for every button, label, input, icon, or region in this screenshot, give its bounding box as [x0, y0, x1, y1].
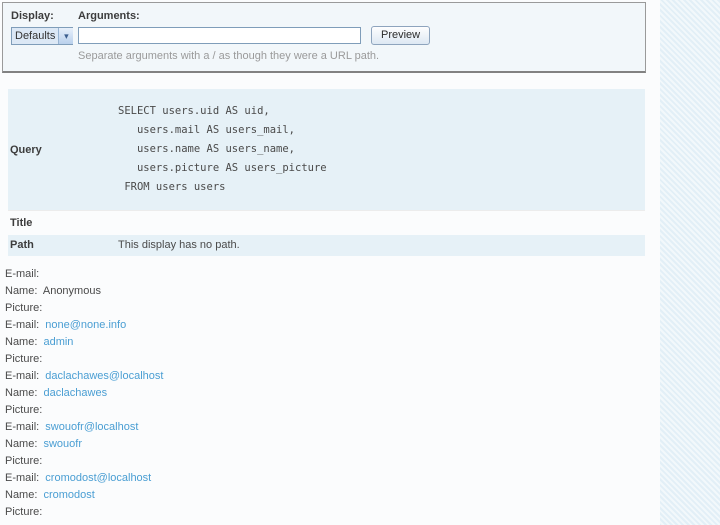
title-row: Title	[8, 210, 645, 235]
field-email: E-mail:	[5, 268, 645, 280]
field-email: E-mail: none@none.info	[5, 319, 645, 331]
name-field-label: Name:	[5, 284, 38, 297]
field-name: Name: admin	[5, 336, 645, 348]
field-picture: Picture:	[5, 455, 645, 467]
name-value: Anonymous	[42, 284, 101, 297]
name-field-label: Name:	[5, 386, 38, 399]
display-select[interactable]: Defaults ▾	[11, 27, 74, 45]
title-value	[118, 211, 645, 235]
display-label: Display:	[11, 10, 54, 22]
preview-results: E-mail: Name: Anonymous Picture: E-mail:…	[5, 268, 645, 518]
email-link[interactable]: daclachawes@localhost	[45, 370, 163, 382]
field-name: Name: daclachawes	[5, 387, 645, 399]
name-link[interactable]: swouofr	[43, 438, 82, 450]
email-link[interactable]: none@none.info	[45, 319, 126, 331]
arguments-label: Arguments:	[78, 10, 140, 22]
picture-field-label: Picture:	[5, 352, 43, 365]
field-picture: Picture:	[5, 404, 645, 416]
email-link[interactable]: cromodost@localhost	[45, 472, 151, 484]
name-link[interactable]: daclachawes	[43, 387, 107, 399]
email-field-label: E-mail:	[5, 471, 40, 484]
field-picture: Picture:	[5, 506, 645, 518]
picture-field-label: Picture:	[5, 301, 43, 314]
path-label: Path	[10, 239, 34, 251]
arguments-help-text: Separate arguments with a / as though th…	[78, 50, 380, 62]
field-picture: Picture:	[5, 353, 645, 365]
email-link[interactable]: swouofr@localhost	[45, 421, 138, 433]
field-name: Name: swouofr	[5, 438, 645, 450]
email-field-label: E-mail:	[5, 318, 40, 331]
name-field-label: Name:	[5, 437, 38, 450]
email-field-label: E-mail:	[5, 420, 40, 433]
picture-field-label: Picture:	[5, 403, 43, 416]
name-link[interactable]: cromodost	[43, 489, 94, 501]
picture-field-label: Picture:	[5, 505, 43, 518]
field-email: E-mail: swouofr@localhost	[5, 421, 645, 433]
query-label: Query	[10, 143, 42, 156]
view-info-table: Query SELECT users.uid AS uid, users.mai…	[8, 89, 645, 256]
query-row: Query SELECT users.uid AS uid, users.mai…	[8, 89, 645, 211]
query-sql-text: SELECT users.uid AS uid, users.mail AS u…	[118, 105, 327, 193]
field-email: E-mail: cromodost@localhost	[5, 472, 645, 484]
field-email: E-mail: daclachawes@localhost	[5, 370, 645, 382]
name-link[interactable]: admin	[43, 336, 73, 348]
email-field-label: E-mail:	[5, 369, 40, 382]
preview-controls-fieldset: Display: Defaults ▾ Arguments: Preview S…	[2, 2, 646, 73]
content-area: Display: Defaults ▾ Arguments: Preview S…	[0, 0, 660, 525]
field-picture: Picture:	[5, 302, 645, 314]
arguments-input[interactable]	[78, 27, 361, 44]
picture-field-label: Picture:	[5, 454, 43, 467]
field-name: Name: Anonymous	[5, 285, 645, 297]
chevron-down-icon: ▾	[58, 28, 74, 44]
name-field-label: Name:	[5, 488, 38, 501]
title-label: Title	[10, 216, 33, 229]
preview-button[interactable]: Preview	[371, 26, 431, 45]
email-field-label: E-mail:	[5, 267, 40, 280]
display-select-value: Defaults	[15, 30, 56, 42]
path-row: Path This display has no path.	[8, 234, 645, 256]
field-name: Name: cromodost	[5, 489, 645, 501]
name-field-label: Name:	[5, 335, 38, 348]
path-value: This display has no path.	[118, 239, 240, 251]
